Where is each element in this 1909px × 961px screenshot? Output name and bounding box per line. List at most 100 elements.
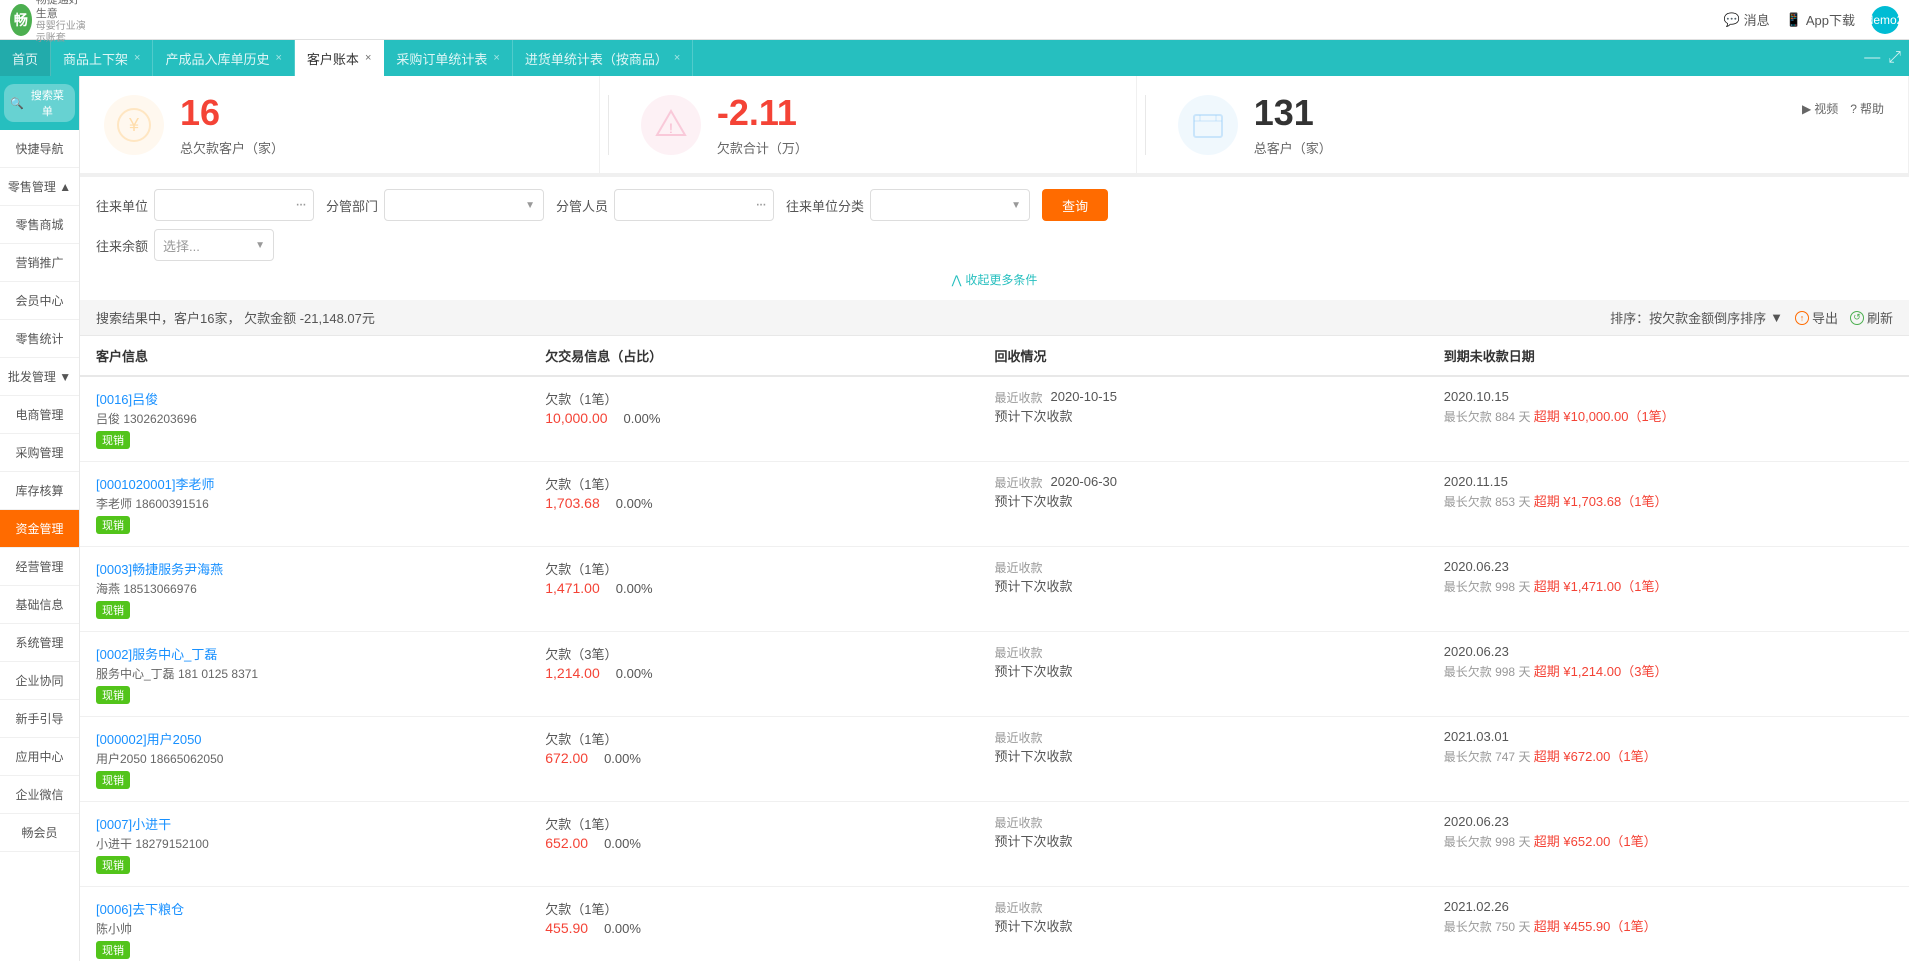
customer-phone: 小进干 18279152100 (96, 835, 545, 852)
sidebar-item-ecommerce[interactable]: 电商管理 (0, 396, 79, 434)
customer-tag: 现销 (96, 686, 130, 704)
filter-classification-select[interactable]: ▼ (870, 189, 1030, 221)
stat-card-total-customers: 131 总客户（家） ▶ 视频 ? 帮助 (1154, 76, 1909, 173)
tab-close-icon[interactable]: × (134, 52, 140, 64)
sidebar-item-finance[interactable]: 资金管理 (0, 510, 79, 548)
sidebar-item-marketing[interactable]: 营销推广 (0, 244, 79, 282)
sidebar-item-system[interactable]: 系统管理 (0, 624, 79, 662)
filter-supplier-input-wrap[interactable]: ··· (154, 189, 314, 221)
customer-name-link[interactable]: [0003]畅捷服务尹海燕 (96, 562, 223, 577)
app-download-button[interactable]: 📱 App下载 (1786, 10, 1855, 29)
tab-maximize-icon[interactable]: ⤢ (1888, 49, 1901, 67)
tab-minimize-icon[interactable]: — (1864, 49, 1880, 67)
collection-cell: 最近收款 预计下次收款 (995, 559, 1444, 595)
tab-close-icon[interactable]: × (275, 52, 281, 64)
sidebar-item-vip-member[interactable]: 畅会员 (0, 814, 79, 852)
video-help-button[interactable]: ▶ 视频 (1802, 100, 1838, 117)
filter-manager-input-wrap[interactable]: ··· (614, 189, 774, 221)
customer-name-link[interactable]: [0006]去下粮仓 (96, 902, 184, 917)
overdue-cell: 2021.02.26 最长欠款 750 天 超期 ¥455.90（1笔） (1444, 899, 1893, 935)
customer-name-link[interactable]: [0016]吕俊 (96, 392, 158, 407)
sidebar-item-retail-mgmt[interactable]: 零售管理 ▲ (0, 168, 79, 206)
customer-tag: 现销 (96, 601, 130, 619)
sidebar-search-box: 🔍 搜索菜单 (4, 84, 75, 122)
sidebar-item-operations[interactable]: 经营管理 (0, 548, 79, 586)
message-button[interactable]: 💬 消息 (1723, 10, 1769, 29)
tab-customer-ledger[interactable]: 客户账本 × (295, 40, 384, 76)
chevron-up-icon: ⋀ (952, 273, 962, 287)
filter-balance-select[interactable]: 选择... ▼ (154, 229, 274, 261)
collapse-filter-button[interactable]: ⋀ 收起更多条件 (96, 267, 1893, 292)
customer-name-link[interactable]: [0002]服务中心_丁磊 (96, 647, 217, 662)
sidebar-item-app-center[interactable]: 应用中心 (0, 738, 79, 776)
tab-bar: 首页 商品上下架 × 产成品入库单历史 × 客户账本 × 采购订单统计表 × 进… (0, 40, 1909, 76)
sidebar-item-corp-collab[interactable]: 企业协同 (0, 662, 79, 700)
customer-phone: 李老师 18600391516 (96, 495, 545, 512)
tab-production-history[interactable]: 产成品入库单历史 × (153, 40, 294, 76)
filter-supplier-field: 往来单位 ··· (96, 189, 314, 221)
tab-purchase-product-stats[interactable]: 进货单统计表（按商品） × (513, 40, 693, 76)
collection-cell: 最近收款 预计下次收款 (995, 729, 1444, 765)
search-button[interactable]: 查询 (1042, 189, 1108, 221)
col-header-overdue: 到期未收款日期 (1444, 346, 1893, 365)
table-row: [0006]去下粮仓 陈小帅 现销 欠款（1笔） 455.90 0.00% 最近… (80, 887, 1909, 961)
customer-name-link[interactable]: [000002]用户2050 (96, 732, 202, 747)
sidebar-search-area[interactable]: 🔍 搜索菜单 (0, 76, 79, 130)
sidebar-item-basic-info[interactable]: 基础信息 (0, 586, 79, 624)
top-header: 畅 畅捷通好生意 母婴行业演示账套 💬 消息 📱 App下载 demo2 (0, 0, 1909, 40)
overdue-cell: 2020.10.15 最长欠款 884 天 超期 ¥10,000.00（1笔） (1444, 389, 1893, 425)
table-row: [0002]服务中心_丁磊 服务中心_丁磊 181 0125 8371 现销 欠… (80, 632, 1909, 717)
stats-row: ¥ 16 总欠款客户（家） ! -2.11 欠款合计（万） (80, 76, 1909, 173)
customer-name-link[interactable]: [0007]小进干 (96, 817, 171, 832)
debt-info-cell: 欠款（1笔） 1,703.68 0.00% (545, 474, 994, 511)
user-avatar-button[interactable]: demo2 (1871, 6, 1899, 34)
tab-close-icon[interactable]: × (365, 52, 371, 64)
sidebar-item-inventory[interactable]: 库存核算 (0, 472, 79, 510)
filter-row-2: 往来余额 选择... ▼ (96, 229, 1893, 261)
customer-tag: 现销 (96, 516, 130, 534)
help-button[interactable]: ? 帮助 (1850, 100, 1884, 117)
customer-info-cell: [000002]用户2050 用户2050 18665062050 现销 (96, 729, 545, 789)
tab-close-icon[interactable]: × (493, 52, 499, 64)
sidebar-item-member-center[interactable]: 会员中心 (0, 282, 79, 320)
tab-close-icon[interactable]: × (674, 52, 680, 64)
debt-info-cell: 欠款（1笔） 455.90 0.00% (545, 899, 994, 936)
collection-cell: 最近收款 2020-06-30 预计下次收款 (995, 474, 1444, 510)
sidebar-item-wholesale-mgmt[interactable]: 批发管理 ▼ (0, 358, 79, 396)
stat-icon-total-debt: ! (641, 95, 701, 155)
sidebar-item-retail-stats[interactable]: 零售统计 (0, 320, 79, 358)
search-icon: 🔍 (10, 97, 24, 110)
refresh-button[interactable]: ↺ 刷新 (1850, 308, 1893, 327)
filter-dept-select[interactable]: ▼ (384, 189, 544, 221)
total-customers-value: 131 (1254, 92, 1332, 134)
overdue-cell: 2020.06.23 最长欠款 998 天 超期 ¥1,471.00（1笔） (1444, 559, 1893, 595)
customer-tag: 现销 (96, 941, 130, 959)
sidebar-item-quick-nav[interactable]: 快捷导航 (0, 130, 79, 168)
stat-card-total-debt-info: -2.11 欠款合计（万） (717, 92, 808, 157)
question-icon: ? (1850, 102, 1857, 116)
chevron-down-sort-icon: ▼ (1770, 310, 1783, 325)
customer-tag: 现销 (96, 856, 130, 874)
export-button[interactable]: ↑ 导出 (1795, 308, 1838, 327)
overdue-cell: 2020.06.23 最长欠款 998 天 超期 ¥652.00（1笔） (1444, 814, 1893, 850)
customer-info-cell: [0006]去下粮仓 陈小帅 现销 (96, 899, 545, 959)
customer-phone: 陈小帅 (96, 920, 545, 937)
filter-manager-dots: ··· (755, 196, 765, 214)
customer-info-cell: [0002]服务中心_丁磊 服务中心_丁磊 181 0125 8371 现销 (96, 644, 545, 704)
tab-home[interactable]: 首页 (0, 40, 51, 76)
message-icon: 💬 (1723, 12, 1739, 28)
sort-select[interactable]: 排序：按欠款金额倒序排序 ▼ (1610, 308, 1783, 327)
customer-name-link[interactable]: [0001020001]李老师 (96, 477, 215, 492)
customer-info-cell: [0016]吕俊 吕俊 13026203696 现销 (96, 389, 545, 449)
overdue-cell: 2020.06.23 最长欠款 998 天 超期 ¥1,214.00（3笔） (1444, 644, 1893, 680)
tab-purchase-stats[interactable]: 采购订单统计表 × (384, 40, 512, 76)
tab-products-listing[interactable]: 商品上下架 × (51, 40, 153, 76)
export-icon: ↑ (1795, 311, 1809, 325)
top-right: 💬 消息 📱 App下载 demo2 (1723, 6, 1899, 34)
sidebar-item-purchase[interactable]: 采购管理 (0, 434, 79, 472)
sidebar-item-corp-wechat[interactable]: 企业微信 (0, 776, 79, 814)
customer-info-cell: [0007]小进干 小进干 18279152100 现销 (96, 814, 545, 874)
sidebar-item-guide[interactable]: 新手引导 (0, 700, 79, 738)
logo-area: 畅 畅捷通好生意 母婴行业演示账套 (10, 0, 90, 45)
sidebar-item-retail-store[interactable]: 零售商城 (0, 206, 79, 244)
